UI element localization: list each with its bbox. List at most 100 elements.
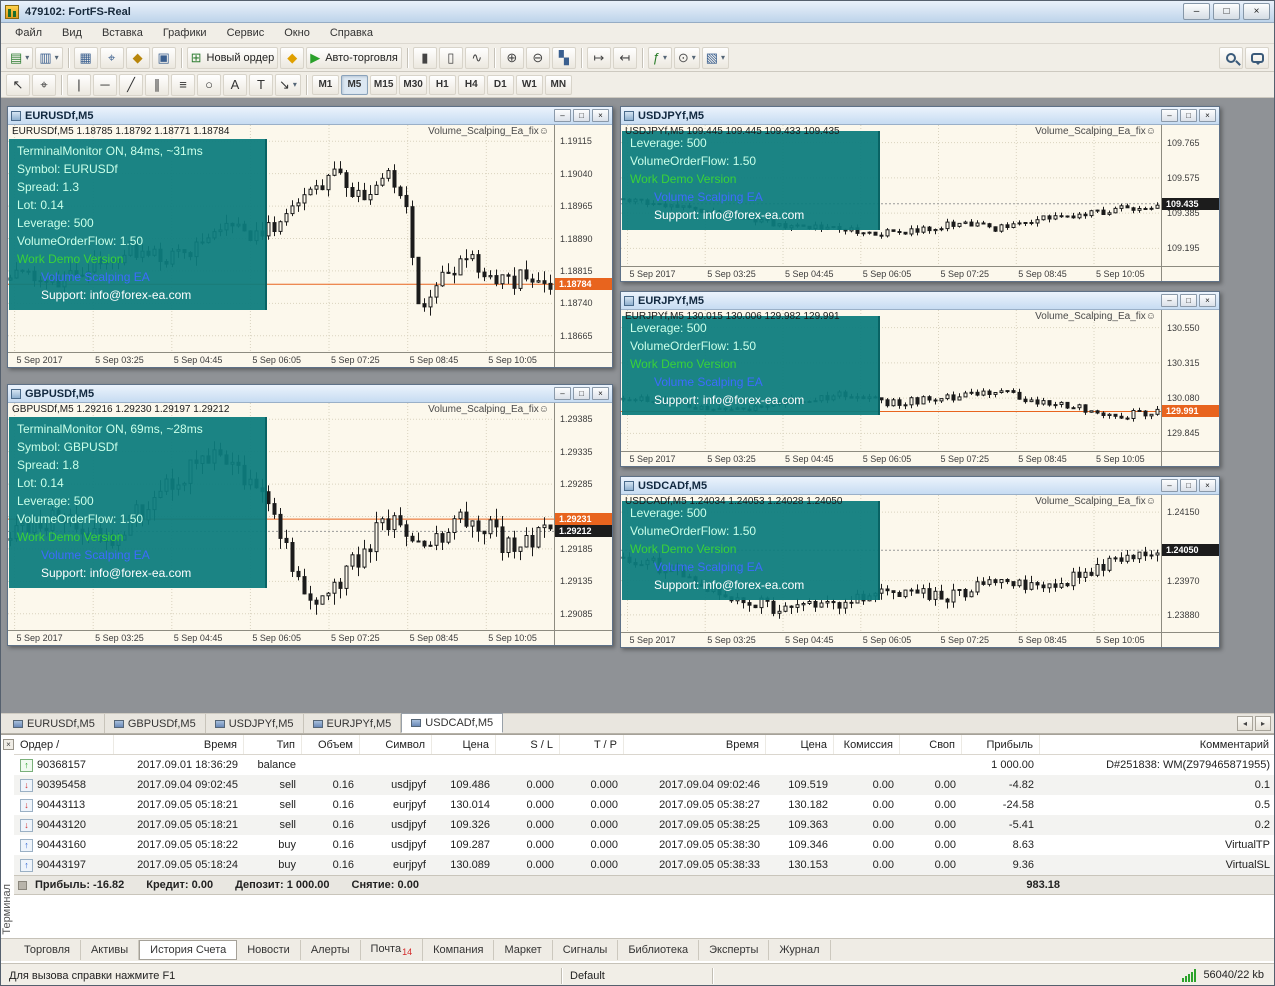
timeframe-m15[interactable]: M15 <box>369 74 398 95</box>
terminal-button[interactable]: ▣ <box>151 46 176 69</box>
new-chart-button[interactable]: ▤ ▾ <box>6 46 34 69</box>
timeframe-m1[interactable]: M1 <box>311 74 339 95</box>
column-header-symbol[interactable]: Символ <box>360 735 432 754</box>
time-axis[interactable]: 5 Sep 2017 5 Sep 03:25 5 Sep 04:45 5 Sep 06… <box>621 451 1161 466</box>
time-axis[interactable]: 5 Sep 2017 5 Sep 03:25 5 Sep 04:45 5 Sep 06… <box>8 630 554 645</box>
channel-button[interactable]: ∥ <box>145 73 169 96</box>
chart-plot-eurusdf[interactable]: EURUSDf,M5 1.18785 1.18792 1.18771 1.187… <box>8 125 554 352</box>
column-header-price2[interactable]: Цена <box>766 735 834 754</box>
column-header-time2[interactable]: Время <box>624 735 766 754</box>
terminal-tab-account-history[interactable]: История Счета <box>139 940 238 960</box>
bar-chart-button[interactable]: ▮ <box>412 46 437 69</box>
menu-item-3[interactable]: Графики <box>153 25 217 41</box>
navigator-button[interactable]: ◆ <box>125 46 150 69</box>
vertical-line-button[interactable]: | <box>67 73 91 96</box>
menu-item-5[interactable]: Окно <box>274 25 320 41</box>
timeframe-h1[interactable]: H1 <box>428 74 456 95</box>
column-header-price[interactable]: Цена <box>432 735 496 754</box>
terminal-tab-experts[interactable]: Эксперты <box>699 940 770 960</box>
chart-titlebar-eurjpyf[interactable]: EURJPYf,M5 – □ × <box>621 292 1219 310</box>
metaeditor-button[interactable]: ◆ <box>280 46 305 69</box>
menu-item-4[interactable]: Сервис <box>217 25 275 41</box>
scroll-right-button[interactable]: ▸ <box>1255 716 1271 731</box>
column-header-comment[interactable]: Комментарий <box>1040 735 1274 754</box>
terminal-tab-market[interactable]: Маркет <box>494 940 553 960</box>
terminal-tab-journal[interactable]: Журнал <box>769 940 831 960</box>
timeframe-m30[interactable]: M30 <box>399 74 427 95</box>
terminal-tab-signals[interactable]: Сигналы <box>553 940 619 960</box>
column-header-type[interactable]: Тип <box>244 735 302 754</box>
autotrade-button[interactable]: ▶ Авто-торговля <box>306 46 402 69</box>
templates-button[interactable]: ▧ ▾ <box>701 46 730 69</box>
column-header-swap[interactable]: Своп <box>900 735 962 754</box>
time-axis[interactable]: 5 Sep 2017 5 Sep 03:25 5 Sep 04:45 5 Sep 06… <box>621 266 1161 281</box>
column-header-order[interactable]: Ордер / <box>14 735 114 754</box>
chart-close-button[interactable]: × <box>1199 294 1216 307</box>
chart-tab-usdjpyf-m5[interactable]: USDJPYf,M5 <box>206 714 304 733</box>
scroll-left-button[interactable]: ◂ <box>1237 716 1253 731</box>
chart-plot-usdcadf[interactable]: USDCADf,M5 1.24034 1.24053 1.24028 1.240… <box>621 495 1161 632</box>
chart-restore-button[interactable]: □ <box>573 387 590 400</box>
chart-tab-usdcadf-m5[interactable]: USDCADf,M5 <box>401 713 504 733</box>
trendline-button[interactable]: ╱ <box>119 73 143 96</box>
terminal-tab-company[interactable]: Компания <box>423 940 495 960</box>
chart-close-button[interactable]: × <box>1199 109 1216 122</box>
timeframe-d1[interactable]: D1 <box>486 74 514 95</box>
column-header-sl[interactable]: S / L <box>496 735 560 754</box>
price-scale[interactable]: 1.24150 1.23970 1.23880 1.24050 <box>1161 495 1219 632</box>
chart-titlebar-usdjpyf[interactable]: USDJPYf,M5 – □ × <box>621 107 1219 125</box>
data-window-button[interactable]: ⌖ <box>99 46 124 69</box>
price-scale[interactable]: 1.19115 1.19040 1.18965 1.18890 1.18815 1.187… <box>554 125 612 352</box>
chart-minimize-button[interactable]: – <box>554 387 571 400</box>
history-row-90443197[interactable]: ↑ 90443197 2017.09.05 05:18:24 buy 0.16 eurjp… <box>14 855 1274 875</box>
chart-minimize-button[interactable]: – <box>554 109 571 122</box>
horizontal-line-button[interactable]: ─ <box>93 73 117 96</box>
menu-item-2[interactable]: Вставка <box>92 25 153 41</box>
chart-titlebar-gbpusdf[interactable]: GBPUSDf,M5 – □ × <box>8 385 612 403</box>
chart-tab-eurusdf-m5[interactable]: EURUSDf,M5 <box>4 714 105 733</box>
status-profile[interactable]: Default <box>562 970 712 982</box>
terminal-tab-news[interactable]: Новости <box>237 940 301 960</box>
title-bar[interactable]: 479102: FortFS-Real – □ × <box>1 1 1274 23</box>
shapes-button[interactable]: ○ <box>197 73 221 96</box>
chart-close-button[interactable]: × <box>1199 479 1216 492</box>
candlestick-button[interactable]: ▯ <box>438 46 463 69</box>
chart-tab-eurjpyf-m5[interactable]: EURJPYf,M5 <box>304 714 402 733</box>
chart-tab-gbpusdf-m5[interactable]: GBPUSDf,M5 <box>105 714 206 733</box>
menu-item-6[interactable]: Справка <box>320 25 383 41</box>
chart-minimize-button[interactable]: – <box>1161 294 1178 307</box>
history-row-90443113[interactable]: ↓ 90443113 2017.09.05 05:18:21 sell 0.16 eurj… <box>14 795 1274 815</box>
tile-windows-button[interactable]: ▚ <box>551 46 576 69</box>
terminal-tab-mail[interactable]: Почта14 <box>361 938 424 962</box>
column-header-profit[interactable]: Прибыль <box>962 735 1040 754</box>
line-chart-button[interactable]: ∿ <box>464 46 489 69</box>
window-restore-button[interactable]: □ <box>1213 3 1240 20</box>
cursor-button[interactable]: ↖ <box>6 73 30 96</box>
new-order-button[interactable]: ⊞ Новый ордер <box>186 46 279 69</box>
chart-restore-button[interactable]: □ <box>1180 479 1197 492</box>
periods-button[interactable]: ⊙ ▾ <box>673 46 700 69</box>
chart-minimize-button[interactable]: – <box>1161 479 1178 492</box>
column-header-volume[interactable]: Объем <box>302 735 360 754</box>
history-row-90443160[interactable]: ↑ 90443160 2017.09.05 05:18:22 buy 0.16 usdjp… <box>14 835 1274 855</box>
chart-titlebar-eurusdf[interactable]: EURUSDf,M5 – □ × <box>8 107 612 125</box>
arrows-button[interactable]: ↘ ▾ <box>275 73 301 96</box>
menu-item-0[interactable]: Файл <box>5 25 52 41</box>
terminal-tab-library[interactable]: Библиотека <box>618 940 700 960</box>
chart-close-button[interactable]: × <box>592 387 609 400</box>
terminal-tab-assets[interactable]: Активы <box>81 940 140 960</box>
profiles-button[interactable]: ▥ ▾ <box>35 46 63 69</box>
menu-item-1[interactable]: Вид <box>52 25 92 41</box>
terminal-tab-alerts[interactable]: Алерты <box>301 940 361 960</box>
indicators-button[interactable]: ƒ ▾ <box>647 46 672 69</box>
chart-restore-button[interactable]: □ <box>1180 294 1197 307</box>
chart-restore-button[interactable]: □ <box>1180 109 1197 122</box>
zoom-out-button[interactable]: ⊖ <box>525 46 550 69</box>
crosshair-button[interactable]: ⌖ <box>32 73 56 96</box>
market-watch-button[interactable]: ▦ <box>73 46 98 69</box>
timeframe-m5[interactable]: M5 <box>340 74 368 95</box>
timeframe-mn[interactable]: MN <box>544 74 572 95</box>
chart-plot-usdjpyf[interactable]: USDJPYf,M5 109.445 109.445 109.433 109.4… <box>621 125 1161 266</box>
window-close-button[interactable]: × <box>1243 3 1270 20</box>
search-button[interactable] <box>1219 46 1243 69</box>
